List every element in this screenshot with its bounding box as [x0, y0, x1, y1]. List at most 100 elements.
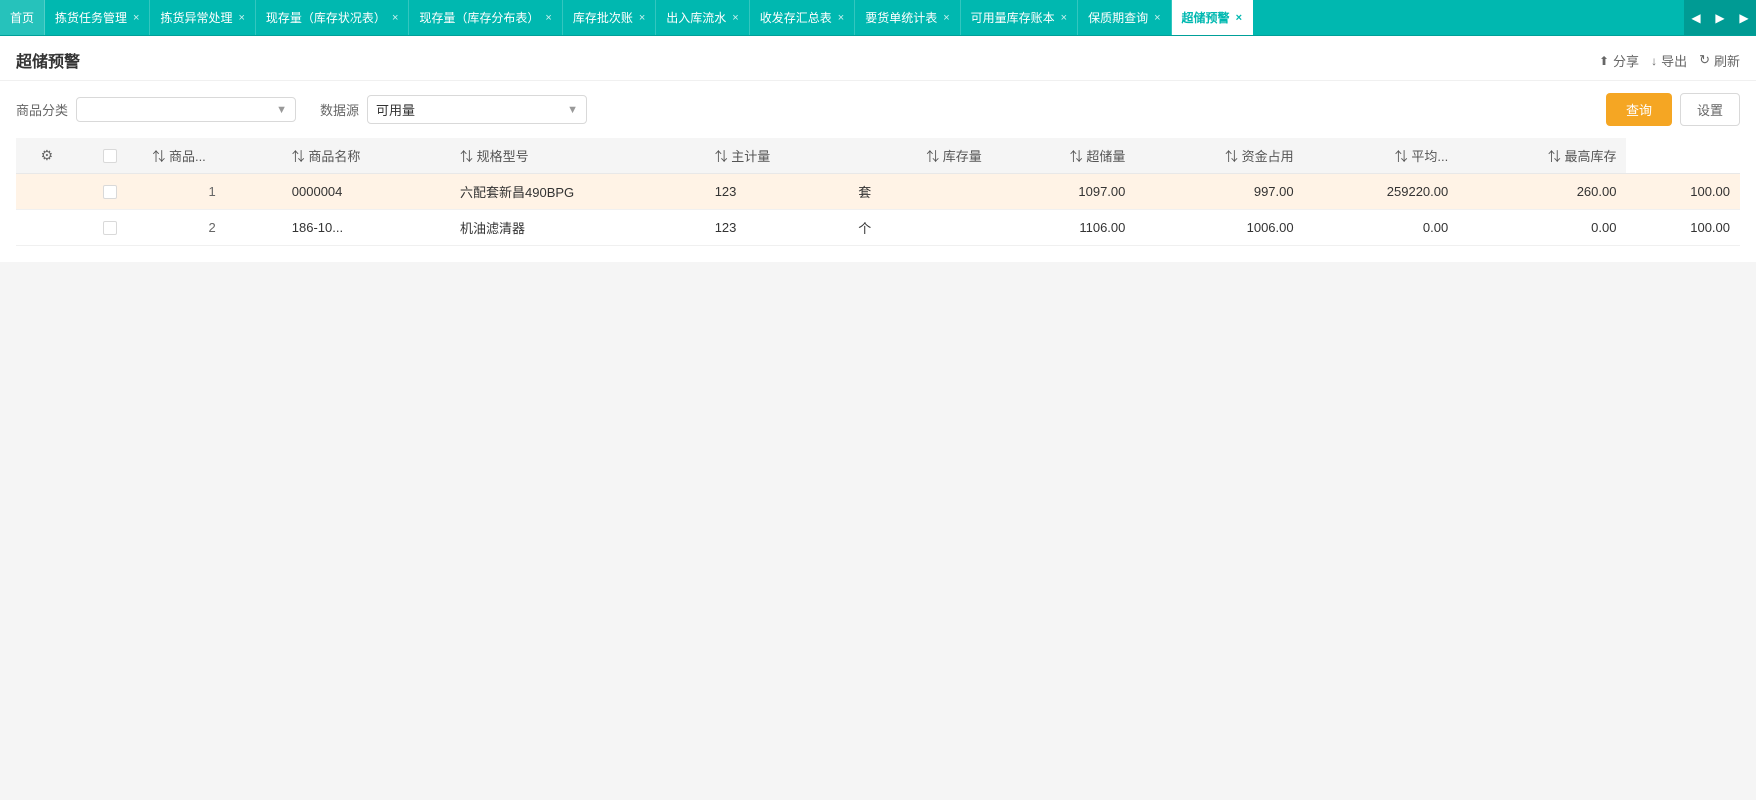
- nav-tab-quality-check[interactable]: 保质期查询×: [1078, 0, 1171, 36]
- th-spec-label: ⇅ 规格型号: [460, 149, 529, 164]
- filter-actions: 查询 设置: [1606, 93, 1740, 126]
- nav-prev-btn[interactable]: ◀: [1684, 0, 1708, 36]
- row-spec: 123: [705, 210, 849, 246]
- select-all-checkbox[interactable]: [103, 149, 117, 163]
- th-over-qty[interactable]: ⇅ 超储量: [992, 138, 1136, 174]
- row-avg: 0.00: [1458, 210, 1626, 246]
- datasource-select-value: 可用量: [376, 100, 563, 119]
- datasource-label: 数据源: [320, 100, 359, 119]
- datasource-chevron-icon: ▼: [567, 104, 578, 116]
- row-stock-qty: 1097.00: [992, 174, 1136, 210]
- nav-expand-btn[interactable]: ▶: [1732, 0, 1756, 36]
- nav-tab-task-mgmt[interactable]: 拣货任务管理×: [45, 0, 150, 36]
- close-tab-inventory-batch-icon[interactable]: ×: [639, 12, 645, 24]
- th-checkbox: [78, 138, 143, 174]
- close-tab-inventory-status-icon[interactable]: ×: [392, 12, 398, 24]
- th-capital-occ[interactable]: ⇅ 资金占用: [1135, 138, 1303, 174]
- row-spec: 123: [705, 174, 849, 210]
- page-content: 超储预警 分享 导出 刷新 商品分类 ▼: [0, 36, 1756, 262]
- table-body: 1 0000004 六配套新昌490BPG 123 套 1097.00 997.…: [16, 174, 1740, 246]
- close-tab-order-stats-icon[interactable]: ×: [943, 12, 949, 24]
- th-stock-qty-label: ⇅ 库存量: [926, 149, 982, 164]
- nav-tab-collect-summary[interactable]: 收发存汇总表×: [750, 0, 855, 36]
- row-capital-occ: 0.00: [1304, 210, 1459, 246]
- row-checkbox-cell: [78, 174, 143, 210]
- page-header: 超储预警 分享 导出 刷新: [0, 36, 1756, 81]
- share-icon: [1599, 53, 1609, 68]
- table-row: 2 186-10... 机油滤清器 123 个 1106.00 1006.00 …: [16, 210, 1740, 246]
- close-tab-available-stock-icon[interactable]: ×: [1061, 12, 1067, 24]
- top-nav: 首页拣货任务管理×拣货异常处理×现存量（库存状况表）×现存量（库存分布表）×库存…: [0, 0, 1756, 36]
- filter-area: 商品分类 ▼ 数据源 可用量 ▼ 查询 设置: [0, 81, 1756, 138]
- nav-tab-over-stock-warning[interactable]: 超储预警×: [1172, 0, 1253, 36]
- th-over-qty-label: ⇅ 超储量: [1070, 149, 1126, 164]
- row-over-qty: 1006.00: [1135, 210, 1303, 246]
- export-button[interactable]: 导出: [1651, 51, 1687, 70]
- row-unit: 套: [848, 174, 992, 210]
- settings-button[interactable]: 设置: [1680, 93, 1740, 126]
- th-unit-label: ⇅ 主计量: [715, 149, 771, 164]
- share-button[interactable]: 分享: [1599, 51, 1639, 70]
- th-stock-qty[interactable]: ⇅ 库存量: [848, 138, 992, 174]
- row-gear-cell: [16, 210, 78, 246]
- row-avg: 260.00: [1458, 174, 1626, 210]
- row-capital-occ: 259220.00: [1304, 174, 1459, 210]
- data-table: ⚙ ⇅ 商品... ⇅ 商品名称 ⇅ 规格型号 ⇅ 主计量: [16, 138, 1740, 246]
- category-filter: 商品分类 ▼: [16, 97, 296, 122]
- close-tab-abnormal-proc-icon[interactable]: ×: [238, 12, 244, 24]
- row-gear-cell: [16, 174, 78, 210]
- th-product-name-label: ⇅ 商品名称: [292, 149, 361, 164]
- category-chevron-icon: ▼: [276, 104, 287, 116]
- export-icon: [1651, 53, 1657, 68]
- th-max-stock-label: ⇅ 最高库存: [1548, 149, 1617, 164]
- table-header: ⚙ ⇅ 商品... ⇅ 商品名称 ⇅ 规格型号 ⇅ 主计量: [16, 138, 1740, 174]
- nav-tab-inventory-status[interactable]: 现存量（库存状况表）×: [256, 0, 409, 36]
- th-avg[interactable]: ⇅ 平均...: [1304, 138, 1459, 174]
- close-tab-inventory-dist-icon[interactable]: ×: [545, 12, 551, 24]
- header-actions: 分享 导出 刷新: [1599, 51, 1740, 70]
- th-max-stock[interactable]: ⇅ 最高库存: [1458, 138, 1626, 174]
- nav-tab-order-stats[interactable]: 要货单统计表×: [855, 0, 960, 36]
- close-tab-collect-summary-icon[interactable]: ×: [838, 12, 844, 24]
- th-spec[interactable]: ⇅ 规格型号: [450, 138, 705, 174]
- query-button[interactable]: 查询: [1606, 93, 1672, 126]
- category-select[interactable]: ▼: [76, 97, 296, 122]
- th-avg-label: ⇅ 平均...: [1395, 149, 1448, 164]
- row-over-qty: 997.00: [1135, 174, 1303, 210]
- th-gear: ⚙: [16, 138, 78, 174]
- close-tab-inout-flow-icon[interactable]: ×: [732, 12, 738, 24]
- row-checkbox[interactable]: [103, 221, 117, 235]
- nav-tab-inout-flow[interactable]: 出入库流水×: [656, 0, 749, 36]
- row-num: 1: [142, 174, 281, 210]
- row-max-stock: 100.00: [1626, 174, 1740, 210]
- export-label: 导出: [1661, 51, 1687, 70]
- nav-tab-inventory-dist[interactable]: 现存量（库存分布表）×: [409, 0, 562, 36]
- page-title: 超储预警: [16, 48, 80, 72]
- datasource-filter: 数据源 可用量 ▼: [320, 95, 587, 124]
- row-product-name: 机油滤清器: [450, 210, 705, 246]
- row-product-name: 六配套新昌490BPG: [450, 174, 705, 210]
- row-product-code: 186-10...: [282, 210, 450, 246]
- nav-tab-inventory-batch[interactable]: 库存批次账×: [563, 0, 656, 36]
- th-product-code[interactable]: ⇅ 商品...: [142, 138, 281, 174]
- refresh-button[interactable]: 刷新: [1699, 51, 1740, 70]
- share-label: 分享: [1613, 51, 1639, 70]
- nav-next-btn[interactable]: ▶: [1708, 0, 1732, 36]
- row-max-stock: 100.00: [1626, 210, 1740, 246]
- refresh-icon: [1699, 52, 1710, 68]
- th-unit[interactable]: ⇅ 主计量: [705, 138, 849, 174]
- row-checkbox[interactable]: [103, 185, 117, 199]
- close-tab-task-mgmt-icon[interactable]: ×: [133, 12, 139, 24]
- th-product-name[interactable]: ⇅ 商品名称: [282, 138, 450, 174]
- nav-tab-available-stock[interactable]: 可用量库存账本×: [961, 0, 1078, 36]
- table-gear-button[interactable]: ⚙: [41, 147, 54, 164]
- refresh-label: 刷新: [1714, 51, 1740, 70]
- table-header-row: ⚙ ⇅ 商品... ⇅ 商品名称 ⇅ 规格型号 ⇅ 主计量: [16, 138, 1740, 174]
- nav-tab-home[interactable]: 首页: [0, 0, 45, 36]
- datasource-select[interactable]: 可用量 ▼: [367, 95, 587, 124]
- close-tab-quality-check-icon[interactable]: ×: [1154, 12, 1160, 24]
- close-tab-over-stock-warning-icon[interactable]: ×: [1236, 12, 1242, 24]
- nav-tab-abnormal-proc[interactable]: 拣货异常处理×: [150, 0, 255, 36]
- row-product-code: 0000004: [282, 174, 450, 210]
- th-capital-occ-label: ⇅ 资金占用: [1225, 149, 1294, 164]
